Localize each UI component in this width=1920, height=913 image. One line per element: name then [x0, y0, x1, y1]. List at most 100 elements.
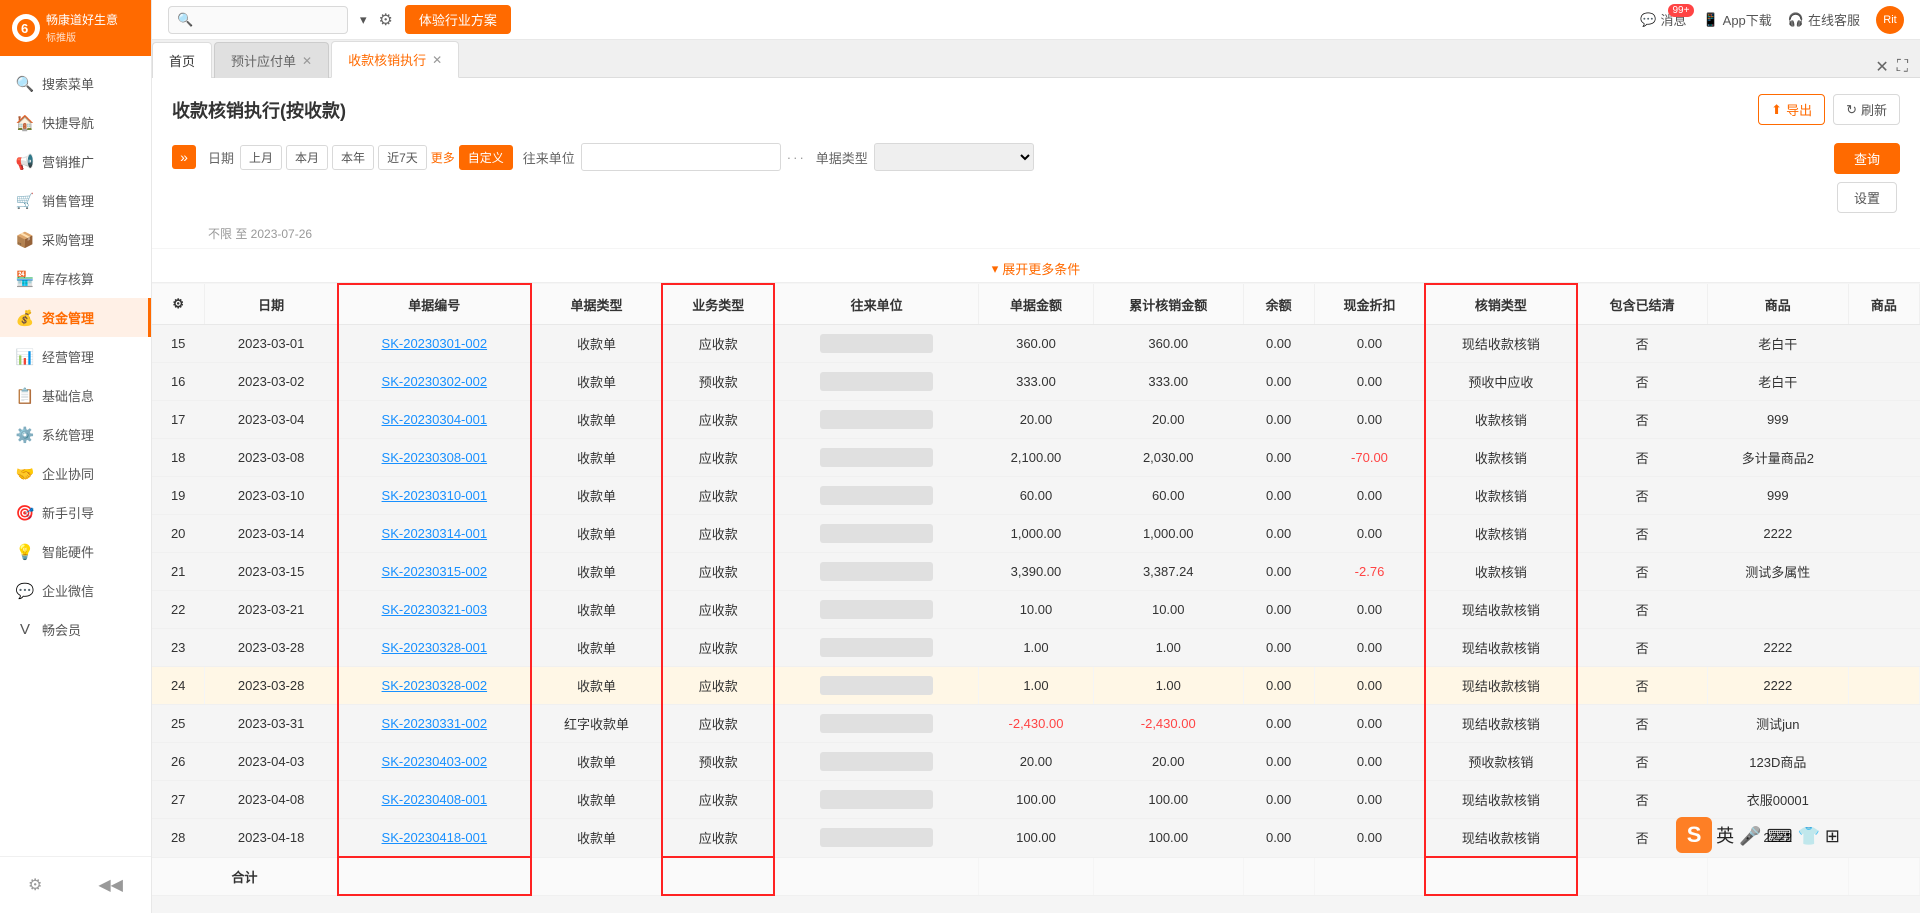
export-btn[interactable]: ⬆ 导出 [1758, 94, 1825, 125]
query-btn[interactable]: 查询 [1834, 143, 1900, 174]
cell-include-settled: 否 [1577, 553, 1708, 591]
tab-home-label: 首页 [169, 51, 195, 70]
cell-cash-discount: 0.00 [1314, 819, 1425, 858]
partner-input[interactable] [581, 143, 781, 171]
date-btn-7days[interactable]: 近7天 [378, 145, 427, 170]
cell-write-off-type: 收款核销 [1425, 401, 1576, 439]
cell-order-amount: 100.00 [979, 781, 1094, 819]
cell-acc-write-off: 333.00 [1093, 363, 1243, 401]
user-avatar[interactable]: Rit [1876, 6, 1904, 34]
service-label: 在线客服 [1808, 10, 1860, 29]
industry-solution-btn[interactable]: 体验行业方案 [405, 5, 511, 34]
sidebar-item-system[interactable]: ⚙️系统管理 [0, 415, 151, 454]
table-row: 18 2023-03-08 SK-20230308-001 收款单 应收款 ██… [152, 439, 1920, 477]
sidebar-label-marketing: 营销推广 [42, 152, 94, 171]
cell-goods: 2222 [1707, 667, 1848, 705]
cell-write-off-type: 预收中应收 [1425, 363, 1576, 401]
order-no-link[interactable]: SK-20230331-002 [382, 716, 488, 731]
cell-order-type: 收款单 [531, 401, 663, 439]
cell-include-settled: 否 [1577, 325, 1708, 363]
sidebar-item-search[interactable]: 🔍搜索菜单 [0, 64, 151, 103]
maximize-icon[interactable]: ⛶ [1897, 58, 1908, 76]
refresh-btn[interactable]: ↻ 刷新 [1833, 94, 1900, 125]
sidebar-item-sales[interactable]: 🛒销售管理 [0, 181, 151, 220]
order-no-link[interactable]: SK-20230310-001 [382, 488, 488, 503]
sidebar-item-inventory[interactable]: 🏪库存核算 [0, 259, 151, 298]
date-btn-this-year[interactable]: 本年 [332, 145, 374, 170]
tab-pre-apply[interactable]: 预计应付单 ✕ [214, 42, 329, 78]
sidebar-item-quick-nav[interactable]: 🏠快捷导航 [0, 103, 151, 142]
cell-balance: 0.00 [1243, 477, 1314, 515]
settings-bottom-icon[interactable]: ⚙ [20, 867, 50, 903]
date-more[interactable]: 更多 [431, 149, 455, 166]
sidebar-icon-sales: 🛒 [16, 192, 34, 210]
dropdown-arrow[interactable]: ▾ [360, 12, 367, 28]
cell-partner: ████████ [774, 705, 978, 743]
order-no-link[interactable]: SK-20230418-001 [382, 830, 488, 845]
collapse-icon[interactable]: ◀◀ [90, 867, 131, 903]
order-no-link[interactable]: SK-20230304-001 [382, 412, 488, 427]
sidebar-item-wechat[interactable]: 💬企业微信 [0, 571, 151, 610]
tab-collection-exec-close[interactable]: ✕ [432, 53, 442, 67]
cell-cash-discount: 0.00 [1314, 363, 1425, 401]
sidebar-item-ops[interactable]: 📊经营管理 [0, 337, 151, 376]
cell-date: 2023-03-28 [205, 629, 338, 667]
sidebar-item-basic[interactable]: 📋基础信息 [0, 376, 151, 415]
sidebar-icon-system: ⚙️ [16, 426, 34, 444]
order-no-link[interactable]: SK-20230403-002 [382, 754, 488, 769]
table-row: 17 2023-03-04 SK-20230304-001 收款单 应收款 ██… [152, 401, 1920, 439]
cell-goods: 测试jun [1707, 705, 1848, 743]
filter-dots[interactable]: ··· [787, 150, 806, 165]
date-btn-custom[interactable]: 自定义 [459, 145, 513, 170]
cell-write-off-type: 现结收款核销 [1425, 705, 1576, 743]
cell-write-off-type: 预收款核销 [1425, 743, 1576, 781]
order-no-link[interactable]: SK-20230408-001 [382, 792, 488, 807]
date-label: 日期 [208, 148, 234, 167]
online-service-btn[interactable]: 🎧 在线客服 [1788, 10, 1860, 29]
cell-order-type: 收款单 [531, 667, 663, 705]
sidebar-icon-collab: 🤝 [16, 465, 34, 483]
th-settings[interactable]: ⚙ [152, 284, 205, 325]
order-type-label: 单据类型 [816, 148, 868, 167]
total-empty4 [774, 857, 978, 895]
order-no-link[interactable]: SK-20230301-002 [382, 336, 488, 351]
tabbar-controls: ✕ ⛶ [1863, 57, 1920, 77]
sidebar-item-member[interactable]: V畅会员 [0, 610, 151, 649]
cell-acc-write-off: 100.00 [1093, 819, 1243, 858]
settings-btn[interactable]: 设置 [1837, 182, 1897, 213]
order-type-select[interactable] [874, 143, 1034, 171]
date-btn-last-month[interactable]: 上月 [240, 145, 282, 170]
global-search[interactable]: 🔍 [168, 6, 348, 34]
cell-include-settled: 否 [1577, 743, 1708, 781]
sidebar-item-finance[interactable]: 💰资金管理 [0, 298, 151, 337]
sidebar-item-purchase[interactable]: 📦采购管理 [0, 220, 151, 259]
order-no-link[interactable]: SK-20230315-002 [382, 564, 488, 579]
filter-collapse-btn[interactable]: » [172, 145, 196, 169]
date-btn-this-month[interactable]: 本月 [286, 145, 328, 170]
table-foot: 合计 [152, 857, 1920, 895]
order-no-link[interactable]: SK-20230328-002 [382, 678, 488, 693]
expand-more-btn[interactable]: ▾ 展开更多条件 [152, 259, 1920, 278]
cell-partner: ████████ [774, 591, 978, 629]
close-tab-icon[interactable]: ✕ [1875, 57, 1888, 77]
sidebar-item-hardware[interactable]: 💡智能硬件 [0, 532, 151, 571]
order-no-link[interactable]: SK-20230302-002 [382, 374, 488, 389]
table-header-row: ⚙ 日期 单据编号 单据类型 业务类型 往来单位 单据金额 累计核销金额 余额 … [152, 284, 1920, 325]
message-btn[interactable]: 💬 消息 99+ [1640, 10, 1686, 29]
order-no-link[interactable]: SK-20230308-001 [382, 450, 488, 465]
tab-home[interactable]: 首页 [152, 42, 212, 78]
gear-icon[interactable]: ⚙ [379, 10, 393, 30]
order-no-link[interactable]: SK-20230321-003 [382, 602, 488, 617]
sidebar-item-collab[interactable]: 🤝企业协同 [0, 454, 151, 493]
cell-write-off-type: 现结收款核销 [1425, 781, 1576, 819]
cell-goods2 [1848, 325, 1919, 363]
sidebar-item-marketing[interactable]: 📢营销推广 [0, 142, 151, 181]
order-no-link[interactable]: SK-20230328-001 [382, 640, 488, 655]
order-no-link[interactable]: SK-20230314-001 [382, 526, 488, 541]
sidebar-item-guide[interactable]: 🎯新手引导 [0, 493, 151, 532]
app-download-btn[interactable]: 📱 App下载 [1702, 10, 1771, 29]
filter-section: » 日期 上月 本月 本年 近7天 更多 自定义 [152, 133, 1920, 283]
tab-collection-exec[interactable]: 收款核销执行 ✕ [331, 41, 459, 78]
tab-pre-apply-close[interactable]: ✕ [302, 54, 312, 68]
filter-fields: 日期 上月 本月 本年 近7天 更多 自定义 往来单位 [208, 143, 1822, 171]
